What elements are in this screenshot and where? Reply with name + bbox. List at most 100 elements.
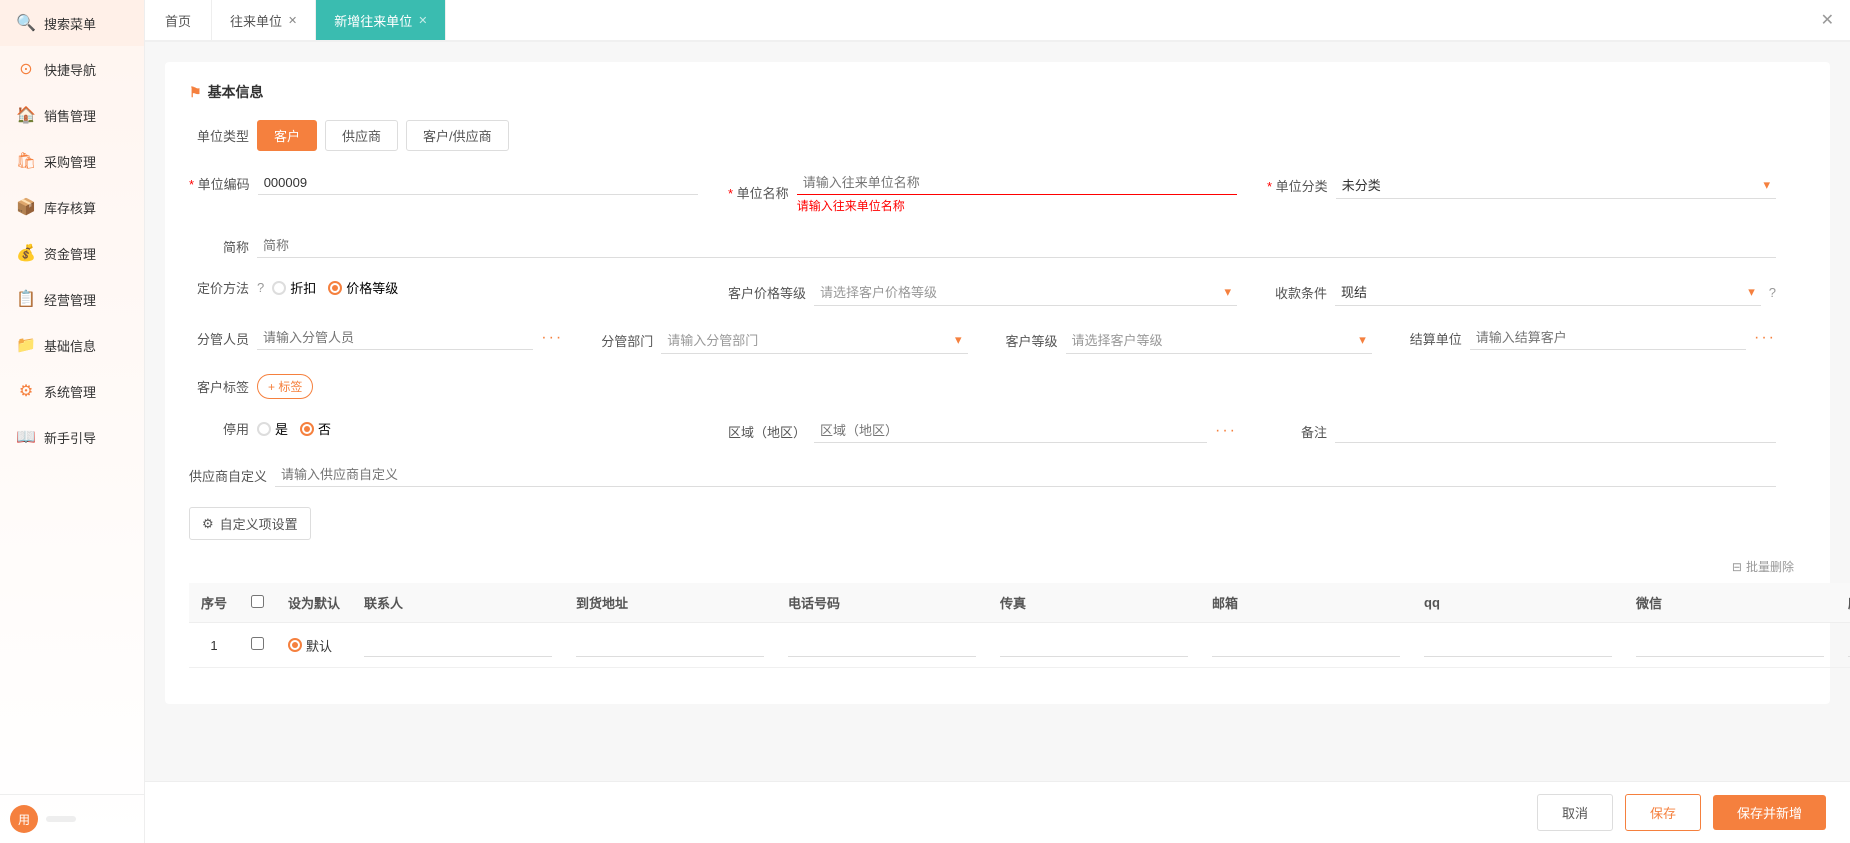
payment-help-icon[interactable]: ? bbox=[1769, 285, 1776, 300]
type-btn-customer[interactable]: 客户 bbox=[257, 120, 317, 151]
close-all-tabs[interactable]: ✕ bbox=[1805, 10, 1850, 30]
type-btn-supplier[interactable]: 供应商 bbox=[325, 120, 398, 151]
sidebar-item-guide[interactable]: 📖 新手引导 bbox=[0, 414, 144, 460]
td-phone[interactable] bbox=[776, 623, 988, 668]
category-label: 单位分类 bbox=[1267, 176, 1328, 195]
default-radio[interactable]: 默认 bbox=[288, 636, 340, 655]
td-fax[interactable] bbox=[988, 623, 1200, 668]
region-group: 区域（地区） ··· bbox=[728, 419, 1237, 443]
tab-home[interactable]: 首页 bbox=[145, 0, 212, 40]
customer-level-select[interactable]: 请选择客户等级 ▾ bbox=[1066, 326, 1372, 354]
payment-group: 收款条件 现结 ▾ ? bbox=[1267, 278, 1776, 306]
tab-partners[interactable]: 往来单位 ✕ bbox=[212, 0, 316, 40]
td-email[interactable] bbox=[1200, 623, 1412, 668]
td-contact[interactable] bbox=[352, 623, 564, 668]
payment-select[interactable]: 现结 ▾ bbox=[1335, 278, 1761, 306]
customer-price-label: 客户价格等级 bbox=[728, 283, 806, 302]
sidebar-item-inventory[interactable]: 📦 库存核算 bbox=[0, 184, 144, 230]
supplier-custom-input[interactable] bbox=[275, 463, 1776, 487]
add-tag-button[interactable]: + 标签 bbox=[257, 374, 313, 399]
save-add-button[interactable]: 保存并新增 bbox=[1713, 795, 1826, 830]
qq-input[interactable] bbox=[1424, 633, 1612, 657]
customer-price-group: 客户价格等级 请选择客户价格等级 ▾ bbox=[728, 278, 1237, 306]
sidebar-item-purchase[interactable]: 🛍 采购管理 bbox=[0, 138, 144, 184]
quick-nav-icon: ⊙ bbox=[16, 59, 36, 79]
wechat-input[interactable] bbox=[1636, 633, 1824, 657]
manager-input[interactable] bbox=[257, 326, 533, 350]
region-more-btn[interactable]: ··· bbox=[1215, 422, 1237, 440]
unit-type-buttons: 客户 供应商 客户/供应商 bbox=[257, 120, 509, 151]
row-checkbox[interactable] bbox=[251, 637, 264, 650]
tab-new-partner[interactable]: 新增往来单位 ✕ bbox=[316, 0, 446, 40]
select-all-checkbox[interactable] bbox=[251, 595, 264, 608]
td-wechat[interactable] bbox=[1624, 623, 1836, 668]
manager-row: 分管人员 ··· 分管部门 请输入分管部门 ▾ 客户等级 请选择客户等级 ▾ bbox=[189, 326, 1806, 354]
sidebar-item-quick-nav[interactable]: ⊙ 快捷导航 bbox=[0, 46, 144, 92]
abbr-input[interactable] bbox=[257, 234, 1776, 258]
disabled-label: 停用 bbox=[189, 419, 249, 438]
pricing-help-icon[interactable]: ? bbox=[257, 280, 264, 295]
customer-price-select[interactable]: 请选择客户价格等级 ▾ bbox=[814, 278, 1237, 306]
name-input[interactable] bbox=[797, 171, 1237, 195]
basic-info-icon: 📁 bbox=[16, 335, 36, 355]
sidebar-item-finance[interactable]: 💰 资金管理 bbox=[0, 230, 144, 276]
system-icon: ⚙ bbox=[16, 381, 36, 401]
pricing-discount-radio[interactable]: 折扣 bbox=[272, 278, 316, 297]
disabled-yes-radio[interactable]: 是 bbox=[257, 419, 288, 438]
tab-partners-close[interactable]: ✕ bbox=[288, 14, 297, 27]
sidebar-item-search[interactable]: 🔍 搜索菜单 bbox=[0, 0, 144, 46]
category-group: 单位分类 未分类 ▾ bbox=[1267, 171, 1776, 199]
th-contact: 联系人 bbox=[352, 583, 564, 623]
contact-input[interactable] bbox=[364, 633, 552, 657]
pricing-discount-circle bbox=[272, 281, 286, 295]
address-input[interactable] bbox=[576, 633, 764, 657]
cancel-button[interactable]: 取消 bbox=[1537, 794, 1613, 831]
pricing-radio-group: 折扣 价格等级 bbox=[272, 278, 398, 297]
dept-select[interactable]: 请输入分管部门 ▾ bbox=[661, 326, 967, 354]
region-input[interactable] bbox=[814, 419, 1207, 443]
remark-input[interactable] bbox=[1335, 419, 1776, 443]
email-input[interactable] bbox=[1212, 633, 1400, 657]
pricing-level-radio[interactable]: 价格等级 bbox=[328, 278, 398, 297]
customer-level-chevron: ▾ bbox=[1359, 332, 1366, 348]
sidebar-item-system[interactable]: ⚙ 系统管理 bbox=[0, 368, 144, 414]
settlement-more-btn[interactable]: ··· bbox=[1754, 329, 1776, 347]
unit-type-group: 单位类型 客户 供应商 客户/供应商 bbox=[189, 120, 1776, 151]
tag-row: 客户标签 + 标签 bbox=[189, 374, 1806, 399]
payment-value: 现结 bbox=[1341, 282, 1367, 301]
settlement-input[interactable] bbox=[1470, 326, 1746, 350]
sidebar-item-operations[interactable]: 📋 经营管理 bbox=[0, 276, 144, 322]
disabled-no-radio[interactable]: 否 bbox=[300, 419, 331, 438]
type-btn-both[interactable]: 客户/供应商 bbox=[406, 120, 509, 151]
sales-icon: 🏠 bbox=[16, 105, 36, 125]
batch-delete-button[interactable]: ⊟ 批量删除 bbox=[1732, 558, 1794, 575]
td-qq[interactable] bbox=[1412, 623, 1624, 668]
payment-chevron: ▾ bbox=[1748, 284, 1755, 300]
fax-input[interactable] bbox=[1000, 633, 1188, 657]
tab-bar: 首页 往来单位 ✕ 新增往来单位 ✕ ✕ bbox=[145, 0, 1850, 42]
save-button[interactable]: 保存 bbox=[1625, 794, 1701, 831]
pricing-level-circle bbox=[328, 281, 342, 295]
abbr-group: 简称 bbox=[189, 234, 1776, 258]
sidebar-bottom: 用 bbox=[0, 794, 144, 843]
settlement-label: 结算单位 bbox=[1402, 329, 1462, 348]
td-region[interactable] bbox=[1836, 623, 1850, 668]
custom-settings-button[interactable]: ⚙ 自定义项设置 bbox=[189, 507, 311, 540]
category-select[interactable]: 未分类 ▾ bbox=[1336, 171, 1776, 199]
td-seq: 1 bbox=[189, 623, 239, 668]
td-check bbox=[239, 623, 276, 668]
dept-label: 分管部门 bbox=[593, 331, 653, 350]
pricing-group: 定价方法 ? 折扣 价格等级 bbox=[189, 278, 698, 297]
manager-more-btn[interactable]: ··· bbox=[541, 329, 563, 347]
sidebar-item-basic-info[interactable]: 📁 基础信息 bbox=[0, 322, 144, 368]
tab-new-partner-close[interactable]: ✕ bbox=[418, 14, 427, 27]
basic-info-card: ⚑ 基本信息 单位类型 客户 供应商 客户/供应商 单位编码 bbox=[165, 62, 1830, 704]
td-address[interactable] bbox=[564, 623, 776, 668]
code-input[interactable] bbox=[258, 171, 698, 195]
flag-icon: ⚑ bbox=[189, 84, 202, 101]
disabled-group: 停用 是 否 bbox=[189, 419, 698, 438]
guide-icon: 📖 bbox=[16, 427, 36, 447]
th-seq: 序号 bbox=[189, 583, 239, 623]
phone-input[interactable] bbox=[788, 633, 976, 657]
sidebar-item-sales[interactable]: 🏠 销售管理 bbox=[0, 92, 144, 138]
